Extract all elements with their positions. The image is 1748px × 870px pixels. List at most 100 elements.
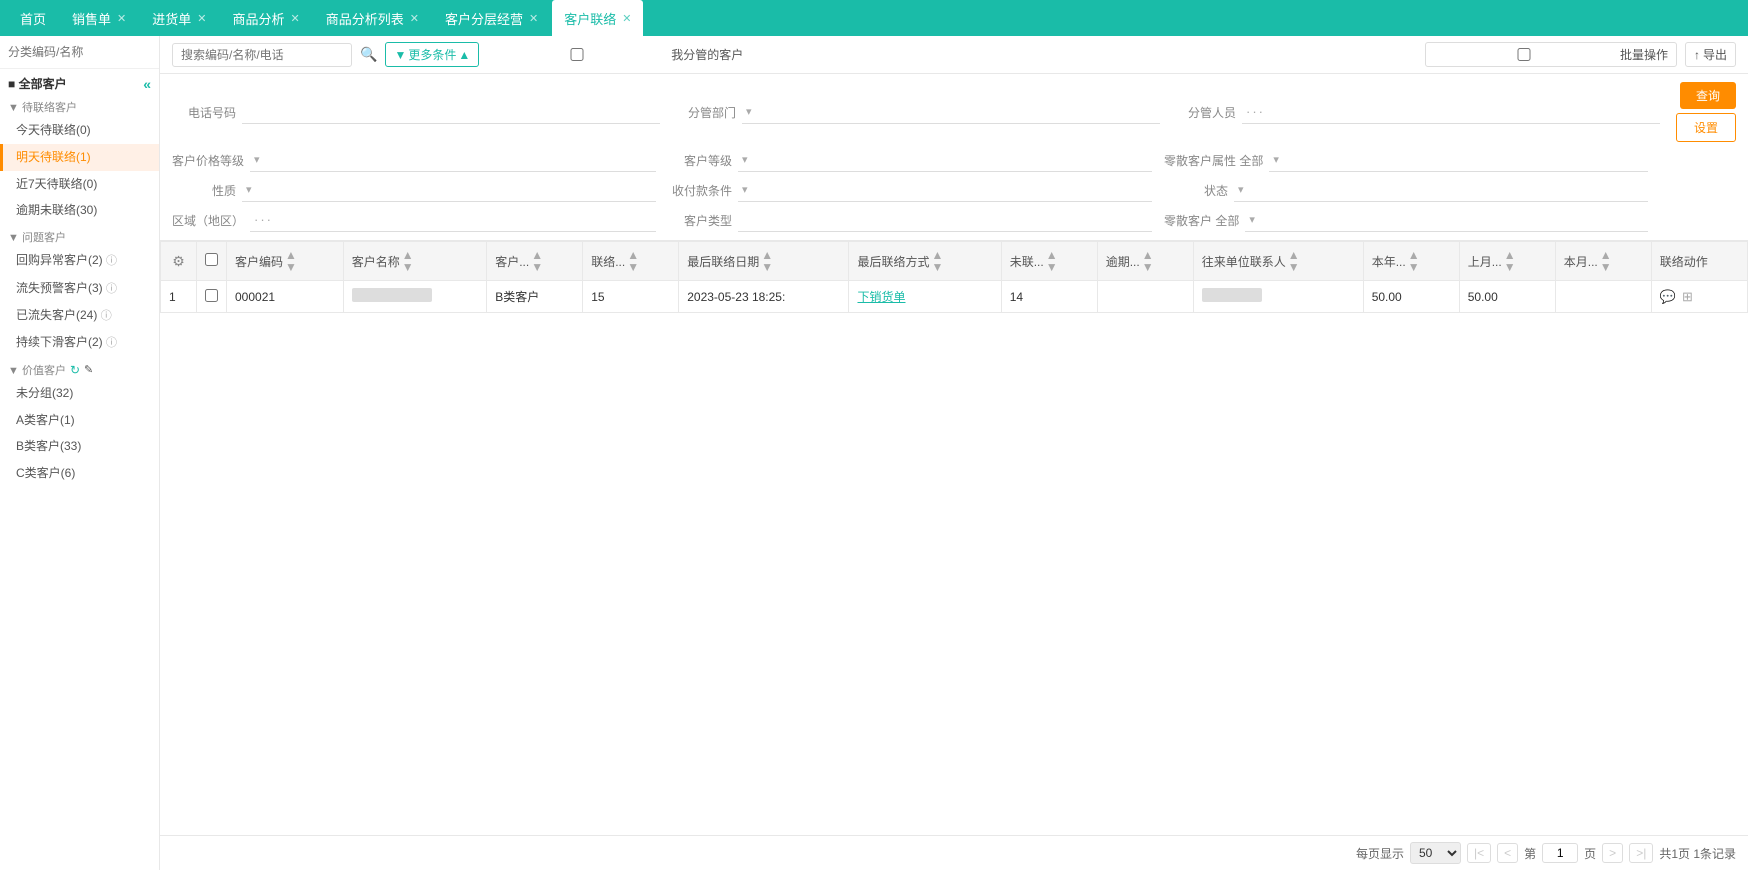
adv-field-customer-level: 客户等级 ▾ xyxy=(668,148,1152,172)
close-contact-tab[interactable]: ✕ xyxy=(622,12,631,25)
sidebar-today-contact[interactable]: 今天待联络(0) xyxy=(0,117,159,144)
batch-checkbox[interactable] xyxy=(1434,48,1614,61)
value-refresh-icon[interactable]: ↻ xyxy=(70,363,80,377)
nav-customer-segment[interactable]: 客户分层经营 ✕ xyxy=(433,0,550,36)
row-name xyxy=(343,281,486,313)
col-contact-count[interactable]: 联络...▲▼ xyxy=(583,242,679,281)
nav-home[interactable]: 首页 xyxy=(8,0,58,36)
sidebar-class-a[interactable]: A类客户(1) xyxy=(0,407,159,434)
query-button[interactable]: 查询 xyxy=(1680,82,1736,109)
export-button[interactable]: ↑ 导出 xyxy=(1685,42,1736,67)
search-input[interactable] xyxy=(172,43,352,67)
sidebar-abnormal-repurchase[interactable]: 回购异常客户(2) ⓘ xyxy=(0,247,159,274)
info-icon-2: ⓘ xyxy=(106,283,117,295)
more-conditions-button[interactable]: ▼ 更多条件 ▲ xyxy=(385,42,479,67)
row-type: B类客户 xyxy=(487,281,583,313)
retail-customer-label: 零散客户 全部 xyxy=(1164,212,1245,229)
sidebar-tomorrow-contact[interactable]: 明天待联络(1) xyxy=(0,144,159,171)
col-this-month[interactable]: 本月...▲▼ xyxy=(1555,242,1651,281)
close-analysis-tab[interactable]: ✕ xyxy=(291,12,300,25)
sidebar-overdue-contact[interactable]: 逾期未联络(30) xyxy=(0,197,159,224)
first-page-button[interactable]: |< xyxy=(1467,843,1491,863)
close-purchase-tab[interactable]: ✕ xyxy=(197,12,206,25)
customer-level-select[interactable]: ▾ xyxy=(738,148,1152,172)
col-type[interactable]: 客户...▲▼ xyxy=(487,242,583,281)
table-settings-icon[interactable]: ⚙ xyxy=(172,253,185,269)
price-level-select[interactable]: ▾ xyxy=(250,148,656,172)
sidebar-declining[interactable]: 持续下滑客户(2) ⓘ xyxy=(0,329,159,356)
nature-select[interactable]: ▾ xyxy=(242,178,656,202)
my-customer-filter[interactable]: 我分管的客户 xyxy=(487,46,743,63)
prev-page-button[interactable]: < xyxy=(1497,843,1518,863)
close-analysis-list-tab[interactable]: ✕ xyxy=(410,12,419,25)
customer-type-label: 客户类型 xyxy=(668,212,738,229)
sidebar-search-input[interactable] xyxy=(8,45,160,59)
sidebar: 🔍 ■ 全部客户 « ▼ 待联络客户 今天待联络(0) 明天待联络(1) 近7天… xyxy=(0,36,160,870)
col-code[interactable]: 客户编码▲▼ xyxy=(227,242,344,281)
close-segment-tab[interactable]: ✕ xyxy=(529,12,538,25)
retail-attr-select[interactable]: ▾ xyxy=(1269,148,1648,172)
customer-type-select[interactable] xyxy=(738,208,1152,232)
dept-label: 分管部门 xyxy=(672,104,742,121)
region-input[interactable]: ··· xyxy=(250,208,656,232)
row-this-month xyxy=(1555,281,1651,313)
dept-arrow: ▾ xyxy=(746,105,752,118)
payment-select[interactable]: ▾ xyxy=(738,178,1152,202)
col-last-method[interactable]: 最后联络方式▲▼ xyxy=(849,242,1001,281)
main-layout: 🔍 ■ 全部客户 « ▼ 待联络客户 今天待联络(0) 明天待联络(1) 近7天… xyxy=(0,36,1748,870)
phone-input[interactable] xyxy=(242,100,660,124)
sidebar-all-customers[interactable]: ■ 全部客户 « xyxy=(0,69,159,94)
adv-filter-row-1: 电话号码 分管部门 ▾ 分管人员 ··· 查询 设置 xyxy=(172,82,1736,142)
nav-purchase[interactable]: 进货单 ✕ xyxy=(140,0,218,36)
close-sales-tab[interactable]: ✕ xyxy=(117,12,126,25)
my-customer-checkbox[interactable] xyxy=(487,48,667,61)
retail-attr-label: 零散客户属性 全部 xyxy=(1164,152,1269,169)
col-last-date[interactable]: 最后联络日期▲▼ xyxy=(679,242,849,281)
col-this-year[interactable]: 本年...▲▼ xyxy=(1363,242,1459,281)
nav-sales[interactable]: 销售单 ✕ xyxy=(60,0,138,36)
sidebar-unclassified[interactable]: 未分组(32) xyxy=(0,380,159,407)
adv-field-region: 区域（地区） ··· xyxy=(172,208,656,232)
level-arrow: ▾ xyxy=(742,153,748,166)
col-contact-person[interactable]: 往来单位联系人▲▼ xyxy=(1193,242,1363,281)
price-arrow: ▾ xyxy=(254,153,260,166)
set-button[interactable]: 设置 xyxy=(1676,113,1736,142)
value-edit-icon[interactable]: ✎ xyxy=(84,363,93,376)
sidebar-week-contact[interactable]: 近7天待联络(0) xyxy=(0,171,159,198)
grid-action-icon[interactable]: ⊞ xyxy=(1682,289,1693,305)
person-label: 分管人员 xyxy=(1172,104,1242,121)
nav-customer-contact[interactable]: 客户联络 ✕ xyxy=(552,0,643,36)
next-page-button[interactable]: > xyxy=(1602,843,1623,863)
row-index: 1 xyxy=(161,281,197,313)
row-checkbox[interactable] xyxy=(197,281,227,313)
comment-action-icon[interactable]: 💬 xyxy=(1660,289,1676,305)
adv-field-customer-type: 客户类型 xyxy=(668,208,1152,232)
status-select[interactable]: ▾ xyxy=(1234,178,1648,202)
export-label: 导出 xyxy=(1703,46,1727,63)
col-gear[interactable]: ⚙ xyxy=(161,242,197,281)
sidebar-search-bar[interactable]: 🔍 xyxy=(0,36,159,69)
nav-analysis-list[interactable]: 商品分析列表 ✕ xyxy=(314,0,431,36)
sidebar-class-b[interactable]: B类客户(33) xyxy=(0,433,159,460)
col-overdue[interactable]: 逾期...▲▼ xyxy=(1097,242,1193,281)
select-all-checkbox[interactable] xyxy=(205,253,218,266)
col-name[interactable]: 客户名称▲▼ xyxy=(343,242,486,281)
nav-analysis[interactable]: 商品分析 ✕ xyxy=(220,0,311,36)
sidebar-collapse-icon[interactable]: « xyxy=(143,76,151,92)
last-page-button[interactable]: >| xyxy=(1629,843,1653,863)
col-checkbox[interactable] xyxy=(197,242,227,281)
filter-search-icon[interactable]: 🔍 xyxy=(360,46,377,63)
sidebar-churn-warning[interactable]: 流失预警客户(3) ⓘ xyxy=(0,275,159,302)
sidebar-group-problem: ▼ 问题客户 xyxy=(0,224,159,247)
retail-customer-select[interactable]: ▾ xyxy=(1245,208,1648,232)
col-last-month[interactable]: 上月...▲▼ xyxy=(1459,242,1555,281)
per-page-select[interactable]: 50 100 200 xyxy=(1410,842,1461,864)
last-method-link[interactable]: 下销货单 xyxy=(857,290,905,304)
sidebar-churned[interactable]: 已流失客户(24) ⓘ xyxy=(0,302,159,329)
sidebar-class-c[interactable]: C类客户(6) xyxy=(0,460,159,487)
col-not-contact[interactable]: 未联...▲▼ xyxy=(1001,242,1097,281)
dept-select[interactable]: ▾ xyxy=(742,100,1160,124)
person-input[interactable]: ··· xyxy=(1242,100,1660,124)
page-number-input[interactable] xyxy=(1542,843,1578,863)
batch-operation-button[interactable]: 批量操作 xyxy=(1425,42,1677,67)
